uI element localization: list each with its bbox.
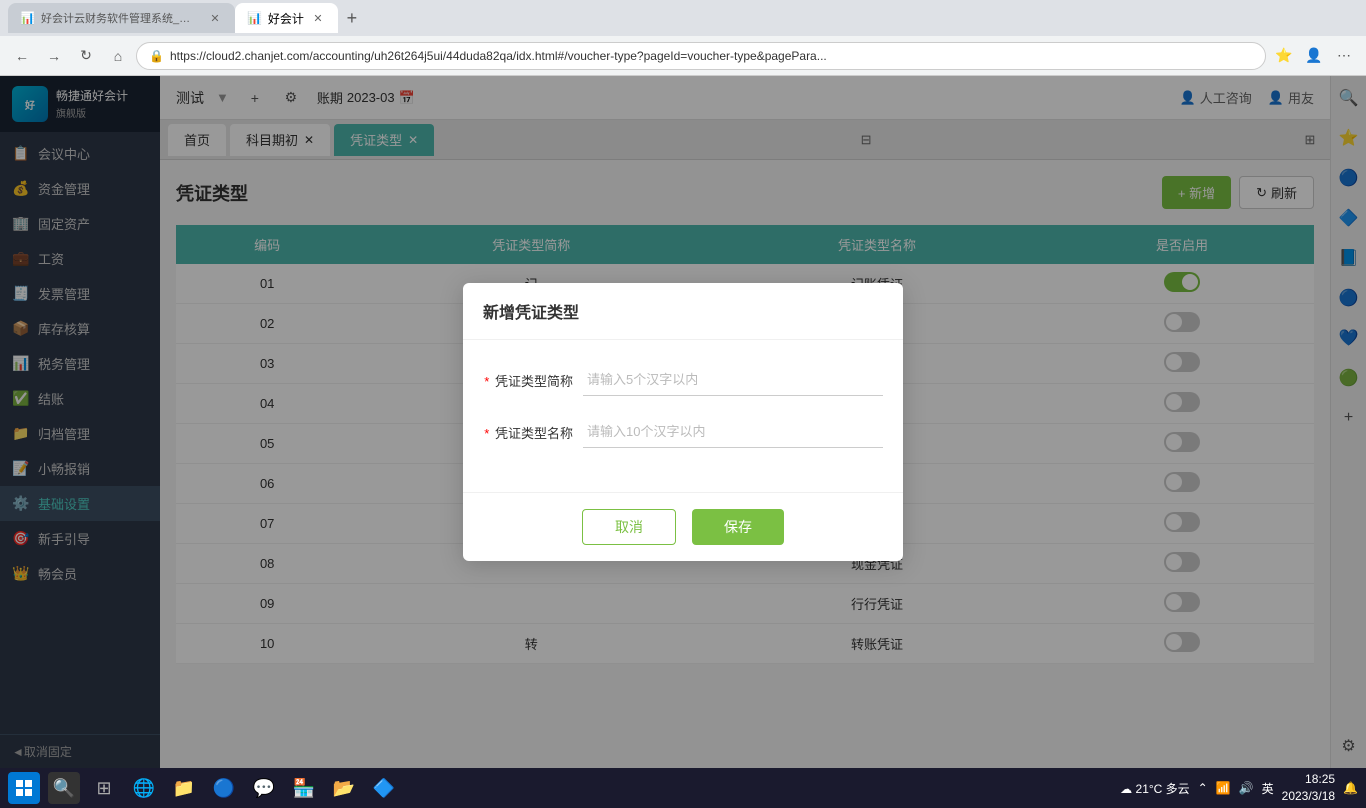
taskbar-store[interactable]: 🏪 bbox=[288, 772, 320, 804]
tab2-close[interactable]: ✕ bbox=[310, 10, 326, 26]
short-name-required: * bbox=[484, 374, 489, 389]
back-button[interactable]: ← bbox=[8, 42, 36, 70]
modal-overlay: 新增凭证类型 * 凭证类型简称 * 凭证类型名称 bbox=[0, 76, 1366, 768]
tab1-close[interactable]: ✕ bbox=[207, 10, 223, 26]
taskbar-edge[interactable]: 🌐 bbox=[128, 772, 160, 804]
modal-body: * 凭证类型简称 * 凭证类型名称 bbox=[463, 340, 903, 492]
full-name-input[interactable] bbox=[583, 416, 883, 448]
full-name-required: * bbox=[484, 426, 489, 441]
taskbar-weather: ☁ 21°C 多云 bbox=[1120, 780, 1190, 797]
taskbar-file[interactable]: 📁 bbox=[168, 772, 200, 804]
clock-time: 18:25 bbox=[1282, 771, 1335, 788]
start-button[interactable] bbox=[8, 772, 40, 804]
taskbar-right: ☁ 21°C 多云 ⌃ 📶 🔊 英 18:25 2023/3/18 🔔 bbox=[1120, 771, 1358, 805]
tab1-label: 好会计云财务软件管理系统_会计 bbox=[41, 10, 201, 26]
tab-bar: 📊 好会计云财务软件管理系统_会计 ✕ 📊 好会计 ✕ + bbox=[0, 0, 1366, 36]
taskbar-chrome[interactable]: 🔵 bbox=[208, 772, 240, 804]
taskbar-notification[interactable]: 🔔 bbox=[1343, 781, 1358, 795]
refresh-button[interactable]: ↻ bbox=[72, 42, 100, 70]
taskbar-wechat[interactable]: 💬 bbox=[248, 772, 280, 804]
taskbar-taskview[interactable]: ⊞ bbox=[88, 772, 120, 804]
more-button[interactable]: ⋯ bbox=[1330, 42, 1358, 70]
taskbar-language: 英 bbox=[1262, 780, 1274, 797]
modal-title: 新增凭证类型 bbox=[463, 283, 903, 340]
cancel-button[interactable]: 取消 bbox=[582, 509, 676, 545]
taskbar-arrows[interactable]: ⌃ bbox=[1198, 781, 1208, 795]
full-name-row: * 凭证类型名称 bbox=[483, 416, 883, 448]
home-button[interactable]: ⌂ bbox=[104, 42, 132, 70]
app-wrapper: 好 畅捷通好会计 旗舰版 📋 会议中心 💰 资金管理 🏢 固定资产 💼 工资 bbox=[0, 76, 1366, 768]
taskbar: 🔍 ⊞ 🌐 📁 🔵 💬 🏪 📂 🔷 ☁ 21°C 多云 ⌃ 📶 🔊 英 18:2… bbox=[0, 768, 1366, 808]
short-name-row: * 凭证类型简称 bbox=[483, 364, 883, 396]
modal-footer: 取消 保存 bbox=[463, 492, 903, 561]
taskbar-edge2[interactable]: 🔷 bbox=[368, 772, 400, 804]
browser-actions: ⭐ 👤 ⋯ bbox=[1270, 42, 1358, 70]
url-text: https://cloud2.chanjet.com/accounting/uh… bbox=[170, 49, 827, 63]
tab2-label: 好会计 bbox=[268, 10, 304, 27]
profile-button[interactable]: 👤 bbox=[1300, 42, 1328, 70]
tab1-favicon: 📊 bbox=[20, 11, 35, 25]
address-input[interactable]: 🔒 https://cloud2.chanjet.com/accounting/… bbox=[136, 42, 1266, 70]
extensions-button[interactable]: ⭐ bbox=[1270, 42, 1298, 70]
clock-date: 2023/3/18 bbox=[1282, 788, 1335, 805]
add-voucher-modal: 新增凭证类型 * 凭证类型简称 * 凭证类型名称 bbox=[463, 283, 903, 561]
save-button[interactable]: 保存 bbox=[692, 509, 784, 545]
address-bar: ← → ↻ ⌂ 🔒 https://cloud2.chanjet.com/acc… bbox=[0, 36, 1366, 76]
taskbar-sound[interactable]: 🔊 bbox=[1239, 781, 1254, 795]
browser-tab-2[interactable]: 📊 好会计 ✕ bbox=[235, 3, 338, 33]
browser-tab-1[interactable]: 📊 好会计云财务软件管理系统_会计 ✕ bbox=[8, 3, 235, 33]
taskbar-clock[interactable]: 18:25 2023/3/18 bbox=[1282, 771, 1335, 805]
new-tab-button[interactable]: + bbox=[338, 4, 366, 32]
taskbar-folders[interactable]: 📂 bbox=[328, 772, 360, 804]
forward-button[interactable]: → bbox=[40, 42, 68, 70]
tab2-favicon: 📊 bbox=[247, 11, 262, 25]
full-name-label: * 凭证类型名称 bbox=[483, 423, 583, 442]
short-name-input[interactable] bbox=[583, 364, 883, 396]
browser-chrome: 📊 好会计云财务软件管理系统_会计 ✕ 📊 好会计 ✕ + ← → ↻ ⌂ 🔒 … bbox=[0, 0, 1366, 76]
short-name-label: * 凭证类型简称 bbox=[483, 371, 583, 390]
taskbar-search[interactable]: 🔍 bbox=[48, 772, 80, 804]
taskbar-wifi[interactable]: 📶 bbox=[1216, 781, 1231, 795]
